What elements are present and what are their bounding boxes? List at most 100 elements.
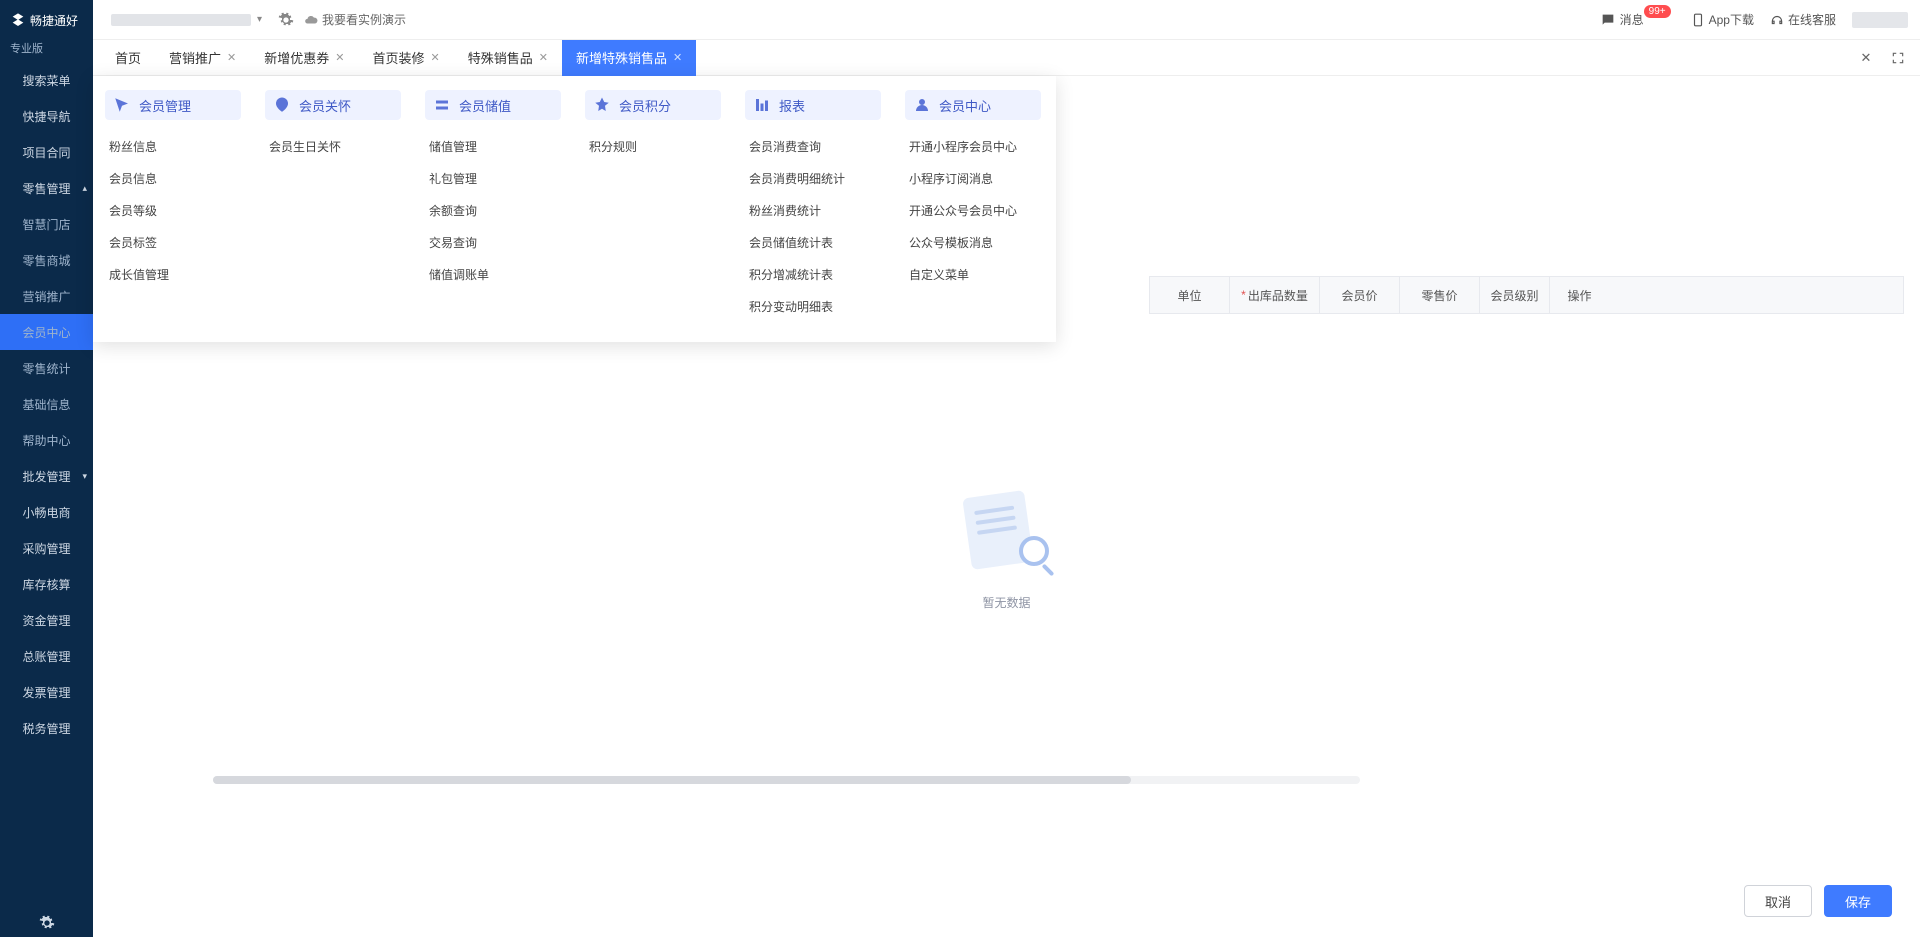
sidebar-item-4[interactable]: 智慧门店 <box>0 206 93 242</box>
mega-column-title: 会员中心 <box>939 96 991 115</box>
sidebar-settings[interactable] <box>0 909 93 937</box>
mega-item[interactable]: 开通小程序会员中心 <box>905 130 1041 162</box>
mega-item[interactable]: 储值管理 <box>425 130 561 162</box>
tab-5[interactable]: 新增特殊销售品✕ <box>562 40 696 76</box>
mega-item[interactable]: 积分规则 <box>585 130 721 162</box>
sidebar-item-label: 零售管理 <box>22 180 70 197</box>
mega-column-4: 报表会员消费查询会员消费明细统计粉丝消费统计会员储值统计表积分增减统计表积分变动… <box>733 90 893 322</box>
online-service-button[interactable]: 在线客服 <box>1770 11 1836 28</box>
sidebar-item-8[interactable]: 零售统计 <box>0 350 93 386</box>
close-icon[interactable]: ✕ <box>431 51 440 64</box>
mega-item[interactable]: 公众号模板消息 <box>905 226 1041 258</box>
mega-menu: 会员管理粉丝信息会员信息会员等级会员标签成长值管理会员关怀会员生日关怀会员储值储… <box>93 76 1056 342</box>
mega-item[interactable]: 自定义菜单 <box>905 258 1041 290</box>
mega-item[interactable]: 小程序订阅消息 <box>905 162 1041 194</box>
sidebar-item-16[interactable]: 总账管理 <box>0 638 93 674</box>
cancel-button[interactable]: 取消 <box>1744 885 1812 917</box>
mega-item[interactable]: 会员储值统计表 <box>745 226 881 258</box>
messages-button[interactable]: 消息 99+ <box>1600 11 1675 28</box>
mega-column-title: 会员管理 <box>139 96 191 115</box>
message-icon <box>1600 12 1616 28</box>
table-column-header: 操作 <box>1549 277 1609 313</box>
mega-item[interactable]: 交易查询 <box>425 226 561 258</box>
side-menu: 搜索菜单快捷导航项目合同零售管理▴智慧门店零售商城营销推广会员中心零售统计基础信… <box>0 62 93 909</box>
mega-item[interactable]: 会员消费明细统计 <box>745 162 881 194</box>
tab-2[interactable]: 新增优惠券 ✕ <box>250 40 358 76</box>
topbar: ▾ 我要看实例演示 消息 99+ App下载 <box>93 0 1920 40</box>
tab-label: 新增优惠券 <box>264 48 329 67</box>
sidebar-item-7[interactable]: 会员中心 <box>0 314 93 350</box>
sidebar-item-11[interactable]: 批发管理▾ <box>0 458 93 494</box>
sidebar-item-10[interactable]: 帮助中心 <box>0 422 93 458</box>
topbar-settings-button[interactable] <box>278 12 294 28</box>
mega-item[interactable]: 会员消费查询 <box>745 130 881 162</box>
sidebar-item-9[interactable]: 基础信息 <box>0 386 93 422</box>
mega-item[interactable]: 会员标签 <box>105 226 241 258</box>
mega-column-header: 报表 <box>745 90 881 120</box>
sidebar-item-15[interactable]: 资金管理 <box>0 602 93 638</box>
sidebar-item-label: 零售商城 <box>22 252 70 269</box>
sidebar-item-5[interactable]: 零售商城 <box>0 242 93 278</box>
sidebar-item-label: 税务管理 <box>22 720 70 737</box>
mega-item[interactable]: 储值调账单 <box>425 258 561 290</box>
mega-item[interactable]: 积分变动明细表 <box>745 290 881 322</box>
close-icon[interactable]: ✕ <box>227 51 236 64</box>
mega-item[interactable]: 成长值管理 <box>105 258 241 290</box>
save-button[interactable]: 保存 <box>1824 885 1892 917</box>
app-download-button[interactable]: App下载 <box>1691 11 1754 28</box>
table-column-label: 操作 <box>1567 287 1591 304</box>
mega-item[interactable]: 粉丝消费统计 <box>745 194 881 226</box>
page-tabs: 首页营销推广✕新增优惠券✕首页装修✕特殊销售品✕新增特殊销售品✕ ✕ <box>93 40 1920 76</box>
mega-item[interactable]: 积分增减统计表 <box>745 258 881 290</box>
sidebar-item-18[interactable]: 税务管理 <box>0 710 93 746</box>
messages-badge: 99+ <box>1644 5 1671 18</box>
sidebar-item-0[interactable]: 搜索菜单 <box>0 62 93 98</box>
mega-column-0: 会员管理粉丝信息会员信息会员等级会员标签成长值管理 <box>93 90 253 322</box>
user-avatar[interactable] <box>1852 12 1908 28</box>
sidebar-item-1[interactable]: 快捷导航 <box>0 98 93 134</box>
sidebar-item-label: 库存核算 <box>22 576 70 593</box>
fullscreen-icon <box>1891 51 1905 65</box>
mega-item[interactable]: 礼包管理 <box>425 162 561 194</box>
gear-icon <box>278 12 294 28</box>
tab-close-all-button[interactable]: ✕ <box>1854 46 1878 70</box>
mega-column-header: 会员管理 <box>105 90 241 120</box>
mega-header-icon <box>913 96 931 114</box>
sidebar-item-label: 搜索菜单 <box>22 72 70 89</box>
sidebar-item-14[interactable]: 库存核算 <box>0 566 93 602</box>
sidebar-item-2[interactable]: 项目合同 <box>0 134 93 170</box>
empty-illustration <box>947 476 1067 576</box>
scrollbar-thumb[interactable] <box>213 776 1131 784</box>
close-icon[interactable]: ✕ <box>539 51 548 64</box>
table-column-label: 会员级别 <box>1490 287 1538 304</box>
tab-label: 特殊销售品 <box>468 48 533 67</box>
tab-0[interactable]: 首页 <box>101 40 155 76</box>
tab-4[interactable]: 特殊销售品 ✕ <box>454 40 562 76</box>
brand-icon <box>10 12 26 28</box>
sidebar-item-17[interactable]: 发票管理 <box>0 674 93 710</box>
mega-item[interactable]: 会员信息 <box>105 162 241 194</box>
mega-header-icon <box>273 96 291 114</box>
table-column-label: 会员价 <box>1341 287 1377 304</box>
tab-1[interactable]: 营销推广✕ <box>155 40 250 76</box>
fullscreen-button[interactable] <box>1886 46 1910 70</box>
sidebar-item-13[interactable]: 采购管理 <box>0 530 93 566</box>
demo-link[interactable]: 我要看实例演示 <box>304 11 406 28</box>
tab-label: 首页 <box>115 48 141 67</box>
sidebar-item-label: 会员中心 <box>22 324 70 341</box>
sidebar-item-3[interactable]: 零售管理▴ <box>0 170 93 206</box>
sidebar-item-6[interactable]: 营销推广 <box>0 278 93 314</box>
mega-item[interactable]: 余额查询 <box>425 194 561 226</box>
table-header: 单位*出库品数量会员价零售价会员级别操作 <box>1149 276 1904 314</box>
mega-item[interactable]: 会员生日关怀 <box>265 130 401 162</box>
sidebar-item-label: 项目合同 <box>22 144 70 161</box>
company-select[interactable]: ▾ <box>105 12 268 28</box>
mega-item[interactable]: 开通公众号会员中心 <box>905 194 1041 226</box>
mega-item[interactable]: 粉丝信息 <box>105 130 241 162</box>
mega-item[interactable]: 会员等级 <box>105 194 241 226</box>
tab-3[interactable]: 首页装修✕ <box>358 40 453 76</box>
horizontal-scrollbar[interactable] <box>213 776 1360 784</box>
sidebar-item-12[interactable]: 小畅电商 <box>0 494 93 530</box>
close-icon[interactable]: ✕ <box>335 51 344 64</box>
close-icon[interactable]: ✕ <box>673 51 682 64</box>
